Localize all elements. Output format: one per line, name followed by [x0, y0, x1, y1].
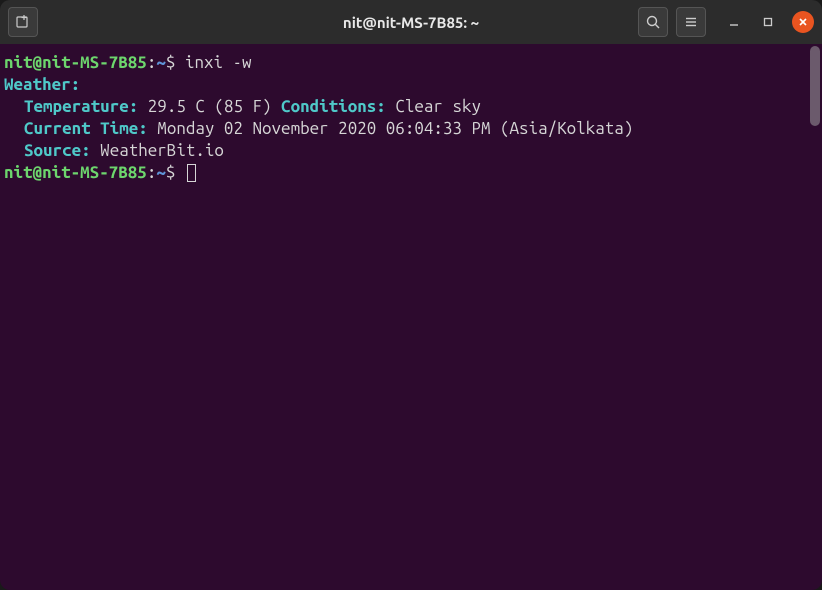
output-source-line: Source: WeatherBit.io: [4, 140, 804, 162]
source-value: WeatherBit.io: [100, 141, 224, 160]
prompt-path-2: ~: [156, 163, 166, 182]
hamburger-icon: [684, 15, 698, 29]
terminal-area[interactable]: nit@nit-MS-7B85:~$ inxi -w Weather: Temp…: [0, 44, 822, 590]
prompt-symbol: $: [166, 53, 176, 72]
window-controls: [724, 11, 814, 33]
output-time-line: Current Time: Monday 02 November 2020 06…: [4, 118, 804, 140]
new-tab-icon: [15, 14, 31, 30]
titlebar-right: [638, 7, 814, 37]
titlebar: nit@nit-MS-7B85: ~: [0, 0, 822, 44]
window-title: nit@nit-MS-7B85: ~: [343, 14, 479, 31]
menu-button[interactable]: [676, 7, 706, 37]
new-tab-button[interactable]: [8, 7, 38, 37]
cursor: [187, 164, 196, 182]
maximize-icon: [763, 17, 773, 27]
temperature-value: 29.5 C (85 F): [148, 97, 272, 116]
source-label: Source:: [24, 141, 91, 160]
minimize-button[interactable]: [724, 12, 744, 32]
current-time-value: Monday 02 November 2020 06:04:33 PM (Asi…: [157, 119, 633, 138]
search-icon: [646, 15, 660, 29]
terminal-content: nit@nit-MS-7B85:~$ inxi -w Weather: Temp…: [4, 52, 804, 582]
output-header-line: Weather:: [4, 74, 804, 96]
search-button[interactable]: [638, 7, 668, 37]
conditions-value: Clear sky: [395, 97, 481, 116]
temperature-label: Temperature:: [24, 97, 138, 116]
conditions-label: Conditions:: [281, 97, 386, 116]
prompt-userhost: nit@nit-MS-7B85: [4, 53, 147, 72]
titlebar-left: [8, 7, 38, 37]
minimize-icon: [729, 17, 739, 27]
current-time-label: Current Time:: [24, 119, 148, 138]
prompt-userhost-2: nit@nit-MS-7B85: [4, 163, 147, 182]
prompt-line-2: nit@nit-MS-7B85:~$: [4, 162, 804, 184]
weather-header: Weather:: [4, 75, 80, 94]
prompt-line-1: nit@nit-MS-7B85:~$ inxi -w: [4, 52, 804, 74]
command-text: inxi -w: [175, 53, 251, 72]
close-icon: [798, 17, 808, 27]
maximize-button[interactable]: [758, 12, 778, 32]
output-temp-line: Temperature: 29.5 C (85 F) Conditions: C…: [4, 96, 804, 118]
prompt-path: ~: [156, 53, 166, 72]
prompt-colon: :: [147, 53, 157, 72]
close-button[interactable]: [792, 11, 814, 33]
prompt-colon-2: :: [147, 163, 157, 182]
prompt-symbol-2: $: [166, 163, 176, 182]
scrollbar[interactable]: [810, 46, 820, 126]
